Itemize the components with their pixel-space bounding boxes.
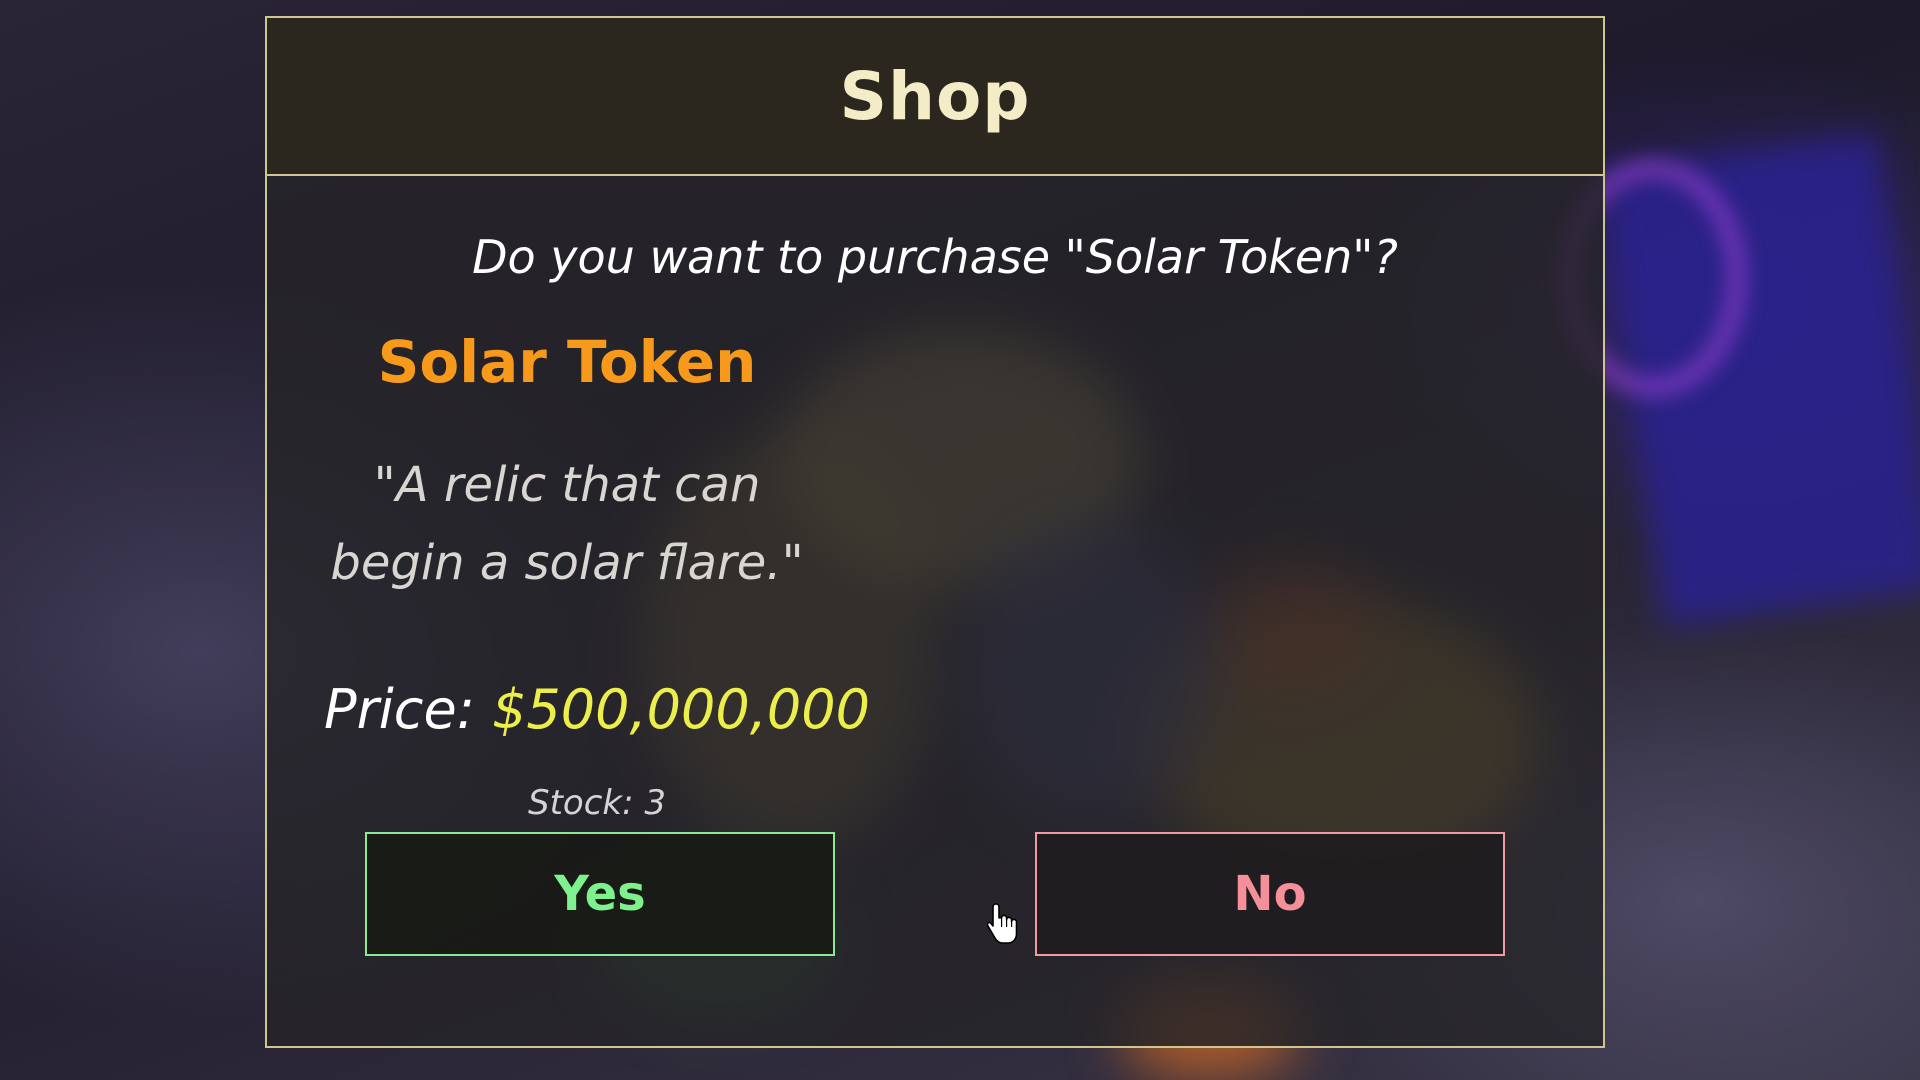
- yes-button[interactable]: Yes: [365, 832, 835, 956]
- hand-pointer-icon: [987, 903, 1018, 944]
- price-row: Price: $500,000,000: [277, 678, 917, 741]
- yes-button-label: Yes: [554, 866, 646, 922]
- item-description-line: begin a solar flare.": [330, 535, 804, 591]
- price-value: $500,000,000: [492, 678, 870, 741]
- shop-dialog: Shop Do you want to purchase "Solar Toke…: [265, 16, 1605, 1048]
- item-description: "A relic that can begin a solar flare.": [327, 446, 807, 602]
- dialog-title: Shop: [839, 57, 1031, 135]
- item-name: Solar Token: [377, 328, 757, 396]
- no-button-label: No: [1233, 866, 1307, 922]
- dialog-header: Shop: [267, 18, 1603, 176]
- item-details: Solar Token "A relic that can begin a so…: [327, 318, 807, 602]
- item-description-line: "A relic that can: [373, 457, 761, 513]
- stock-count: Stock: 3: [528, 783, 666, 823]
- no-button[interactable]: No: [1035, 832, 1505, 956]
- purchase-question: Do you want to purchase "Solar Token"?: [472, 230, 1398, 284]
- price-label: Price:: [324, 678, 475, 741]
